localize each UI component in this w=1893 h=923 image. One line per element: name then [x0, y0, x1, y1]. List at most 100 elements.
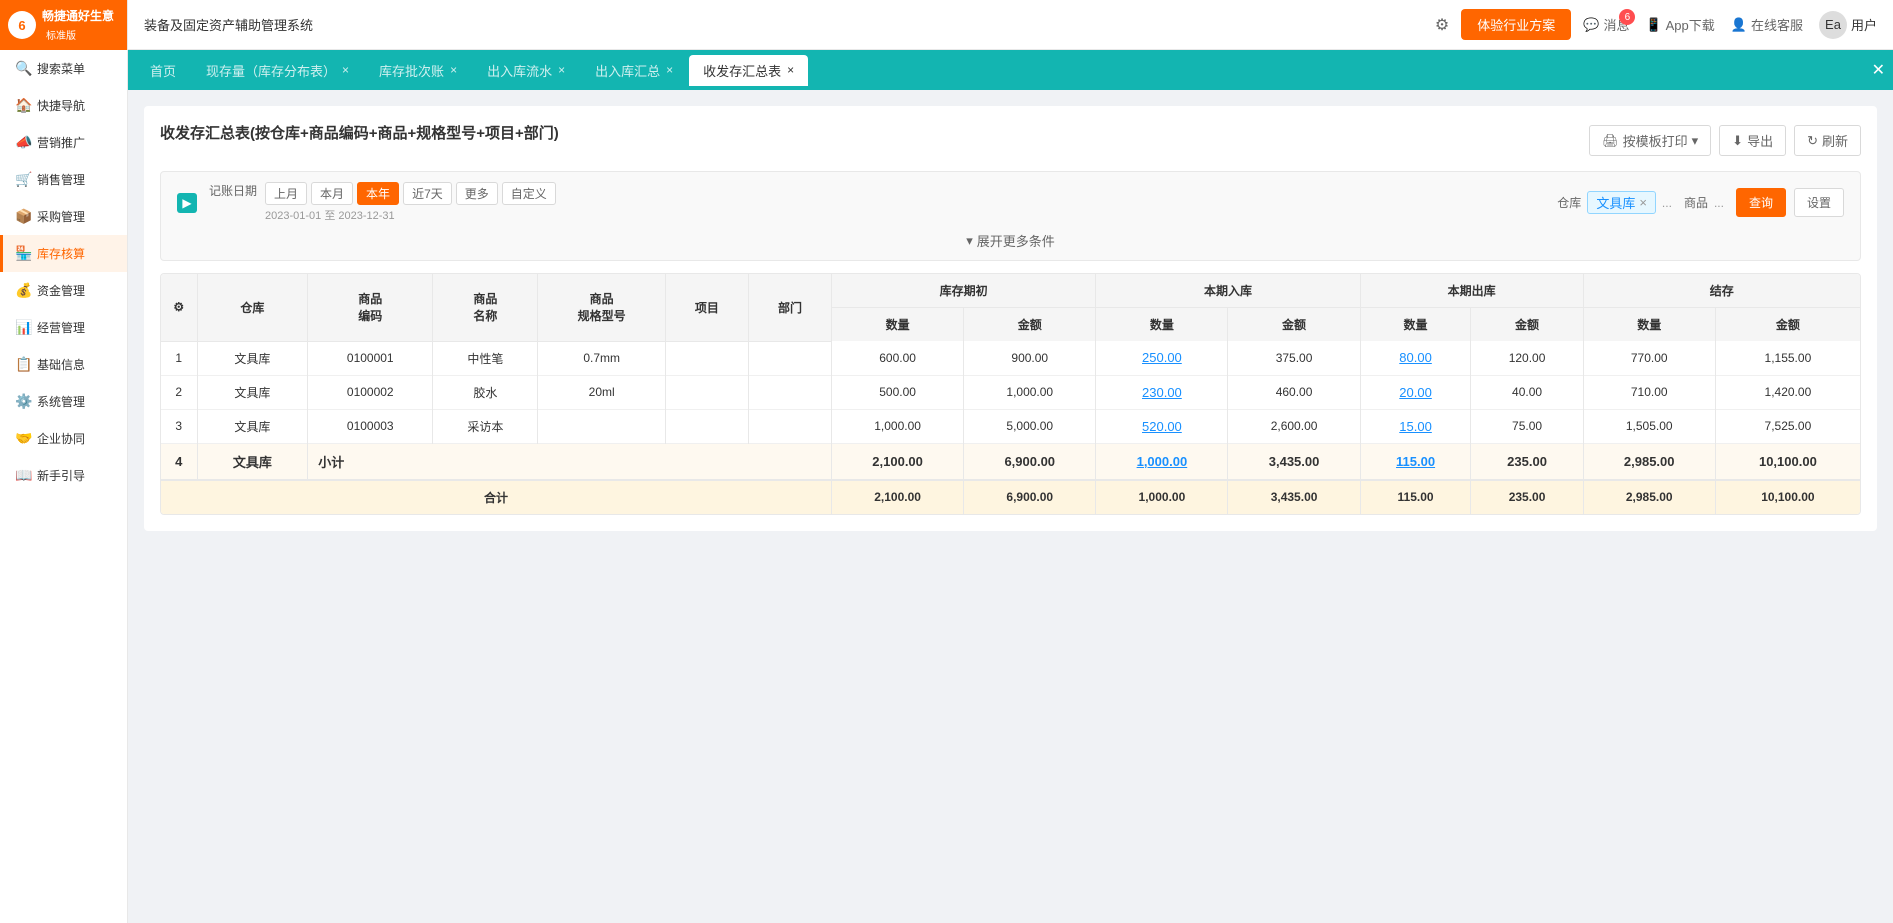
chevron-down-icon: ▾: [966, 233, 973, 249]
settings-col-header[interactable]: ⚙: [161, 274, 197, 341]
total-begin-qty: 2,100.00: [832, 480, 964, 514]
row-project: [665, 375, 748, 409]
tab-inout-summary[interactable]: 出入库汇总 ×: [581, 55, 687, 86]
tab-close-icon[interactable]: ×: [666, 63, 673, 77]
tab-close-active-icon[interactable]: ×: [787, 63, 794, 77]
phone-icon: 📱: [1645, 17, 1661, 33]
export-btn[interactable]: ⬇ 导出: [1719, 125, 1786, 156]
tab-batch[interactable]: 库存批次账 ×: [365, 55, 471, 86]
home-icon: 🏠: [15, 97, 31, 114]
basic-icon: 📋: [15, 356, 31, 373]
spec-col-header: 商品规格型号: [538, 274, 665, 341]
settings-btn[interactable]: 设置: [1794, 188, 1844, 217]
out-stock-header: 本期出库: [1360, 274, 1583, 308]
row-warehouse: 文具库: [197, 409, 308, 443]
tab-close-icon[interactable]: ×: [342, 63, 349, 77]
filter-bar: ▶ 记账日期 上月 本月 本年 近7天 更多 自定义: [160, 171, 1861, 261]
sidebar-item-quick[interactable]: 🏠 快捷导航: [0, 87, 127, 124]
row-out-qty[interactable]: 20.00: [1360, 375, 1471, 409]
tab-collect-summary[interactable]: 收发存汇总表 ×: [689, 55, 808, 86]
sidebar-item-purchase[interactable]: 📦 采购管理: [0, 198, 127, 235]
product-more[interactable]: ...: [1714, 196, 1724, 210]
total-end-amt: 10,100.00: [1715, 480, 1860, 514]
user-menu[interactable]: Ea 用户: [1819, 11, 1877, 39]
sidebar-item-finance[interactable]: 💰 资金管理: [0, 272, 127, 309]
date-btn-this-month[interactable]: 本月: [311, 182, 353, 205]
system-name: 装备及固定资产辅助管理系统: [144, 15, 1423, 34]
total-row: 合计 2,100.00 6,900.00 1,000.00 3,435.00 1…: [161, 480, 1860, 514]
tab-close-icon[interactable]: ×: [558, 63, 565, 77]
tab-close-icon[interactable]: ×: [450, 63, 457, 77]
subtotal-no: 4: [161, 443, 197, 480]
query-btn[interactable]: 查询: [1736, 188, 1786, 217]
sidebar-item-basic[interactable]: 📋 基础信息: [0, 346, 127, 383]
app-label: App下载: [1666, 15, 1715, 34]
date-btn-this-year[interactable]: 本年: [357, 182, 399, 205]
in-qty-header: 数量: [1096, 308, 1228, 342]
purchase-icon: 📦: [15, 208, 31, 225]
sidebar-item-label: 营销推广: [37, 134, 85, 151]
dept-col-header: 部门: [748, 274, 831, 341]
subtotal-end-amt: 10,100.00: [1715, 443, 1860, 480]
tab-inventory-dist[interactable]: 现存量（库存分布表） ×: [192, 55, 363, 86]
sidebar-item-marketing[interactable]: 📣 营销推广: [0, 124, 127, 161]
print-btn[interactable]: 🖨 按模板打印 ▾: [1589, 125, 1711, 156]
code-col-header: 商品编码: [308, 274, 433, 341]
sidebar-item-label: 企业协同: [37, 430, 85, 447]
message-icon: 💬: [1583, 17, 1599, 33]
total-in-qty: 1,000.00: [1096, 480, 1228, 514]
row-in-qty[interactable]: 250.00: [1096, 341, 1228, 375]
service-icon: 👤: [1731, 17, 1747, 33]
tab-label: 出入库流水: [487, 61, 552, 80]
subtotal-label: 小计: [308, 443, 832, 480]
filter-expand-btn[interactable]: ▾ 展开更多条件: [177, 231, 1844, 250]
warehouse-tag-close[interactable]: ×: [1639, 195, 1647, 210]
table-row: 1 文具库 0100001 中性笔 0.7mm 600.00 900.00 25…: [161, 341, 1860, 375]
row-out-qty[interactable]: 80.00: [1360, 341, 1471, 375]
sidebar-item-operation[interactable]: 📊 经营管理: [0, 309, 127, 346]
subtotal-out-qty[interactable]: 115.00: [1360, 443, 1471, 480]
date-btn-more[interactable]: 更多: [456, 182, 498, 205]
page-card: 收发存汇总表(按仓库+商品编码+商品+规格型号+项目+部门) 🖨 按模板打印 ▾…: [144, 106, 1877, 531]
total-label: 合计: [161, 480, 832, 514]
row-name: 采访本: [433, 409, 538, 443]
row-in-qty[interactable]: 230.00: [1096, 375, 1228, 409]
row-in-qty[interactable]: 520.00: [1096, 409, 1228, 443]
refresh-btn[interactable]: ↻ 刷新: [1794, 125, 1861, 156]
tab-home[interactable]: 首页: [136, 55, 190, 86]
service-btn[interactable]: 👤 在线客服: [1731, 15, 1803, 34]
experience-btn[interactable]: 体验行业方案: [1461, 9, 1571, 40]
sidebar-item-system[interactable]: ⚙️ 系统管理: [0, 383, 127, 420]
sidebar-item-label: 采购管理: [37, 208, 85, 225]
close-all-tabs-icon[interactable]: ✕: [1872, 60, 1885, 80]
sidebar-item-search[interactable]: 🔍 搜索菜单: [0, 50, 127, 87]
date-btn-7days[interactable]: 近7天: [403, 182, 452, 205]
subtotal-in-qty[interactable]: 1,000.00: [1096, 443, 1228, 480]
sidebar-logo: 6 畅捷通好生意 标准版: [0, 0, 127, 50]
sidebar-item-inventory[interactable]: 🏪 库存核算: [0, 235, 127, 272]
date-btn-custom[interactable]: 自定义: [502, 182, 556, 205]
tab-inout-flow[interactable]: 出入库流水 ×: [473, 55, 579, 86]
settings-gear-icon[interactable]: ⚙: [1435, 15, 1449, 35]
warehouse-more[interactable]: ...: [1662, 196, 1672, 210]
begin-amt-header: 金额: [964, 308, 1096, 342]
row-code: 0100001: [308, 341, 433, 375]
app-download-btn[interactable]: 📱 App下载: [1645, 15, 1714, 34]
sidebar-item-sales[interactable]: 🛒 销售管理: [0, 161, 127, 198]
logo-tag: 标准版: [42, 26, 80, 43]
row-warehouse: 文具库: [197, 375, 308, 409]
warehouse-tag[interactable]: 文具库 ×: [1587, 191, 1656, 214]
row-end-amt: 7,525.00: [1715, 409, 1860, 443]
tab-bar: 首页 现存量（库存分布表） × 库存批次账 × 出入库流水 × 出入库汇总 × …: [128, 50, 1893, 90]
row-out-qty[interactable]: 15.00: [1360, 409, 1471, 443]
sidebar-item-guide[interactable]: 📖 新手引导: [0, 457, 127, 494]
logo-line1: 畅捷通好生意: [42, 7, 114, 24]
date-btn-last-month[interactable]: 上月: [265, 182, 307, 205]
sidebar-nav: 🔍 搜索菜单 🏠 快捷导航 📣 营销推广 🛒 销售管理 📦 采购管理 🏪 库存核…: [0, 50, 127, 923]
end-amt-header: 金额: [1715, 308, 1860, 342]
sidebar-item-enterprise[interactable]: 🤝 企业协同: [0, 420, 127, 457]
row-end-qty: 1,505.00: [1583, 409, 1715, 443]
filter-toggle-btn[interactable]: ▶: [177, 193, 197, 213]
tab-label: 现存量（库存分布表）: [206, 61, 336, 80]
message-btn[interactable]: 💬 消息 6: [1583, 15, 1629, 34]
